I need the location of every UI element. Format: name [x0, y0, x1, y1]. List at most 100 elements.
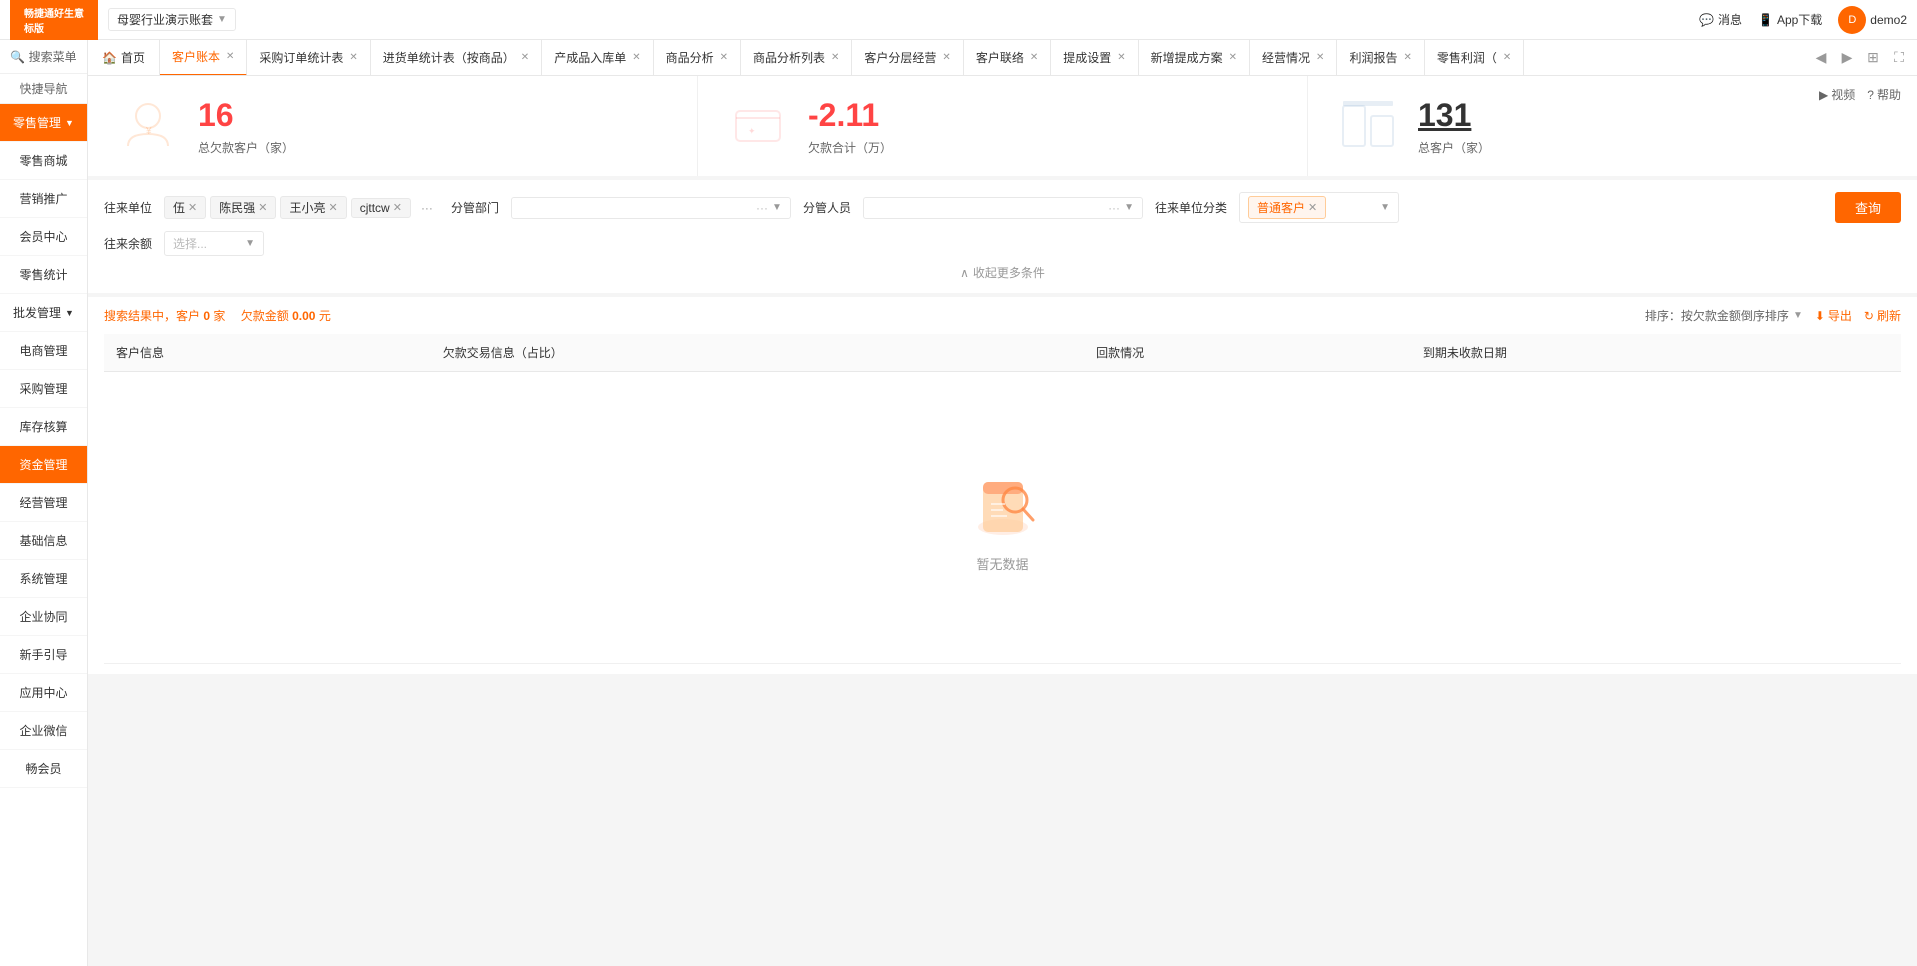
filter-row-2: 往来余额 选择... ▼ — [104, 231, 1901, 256]
tab-ops-situation[interactable]: 经营情况 ✕ — [1250, 40, 1337, 76]
export-button[interactable]: ⬇ 导出 — [1815, 307, 1852, 324]
sidebar-item-inventory[interactable]: 库存核算 — [0, 408, 87, 446]
data-table: 客户信息 欠款交易信息（占比） 回款情况 到期未收款日期 — [104, 334, 1901, 664]
sidebar-item-wholesale-mgmt[interactable]: 批发管理 ▼ — [0, 294, 87, 332]
sidebar-quick-nav[interactable]: 快捷导航 — [0, 74, 87, 104]
tab-incoming-stats[interactable]: 进货单统计表（按商品） ✕ — [371, 40, 542, 76]
tab-new-raise-plan[interactable]: 新增提成方案 ✕ — [1139, 40, 1250, 76]
tab-raise-settings[interactable]: 提成设置 ✕ — [1051, 40, 1138, 76]
person-filter-more[interactable]: ··· — [1108, 201, 1120, 215]
unit-tag-wu-label: 伍 — [173, 199, 185, 216]
collapse-button[interactable]: ∧ 收起更多条件 — [104, 264, 1901, 281]
tab-bar: 🏠 首页 客户账本 ✕ 采购订单统计表 ✕ 进货单统计表（按商品） ✕ 产成品入… — [88, 40, 1917, 76]
industry-select[interactable]: 母婴行业演示账套 ▼ — [108, 8, 236, 31]
tab-incoming-close[interactable]: ✕ — [521, 52, 529, 63]
sidebar-search-label: 搜索菜单 — [29, 50, 77, 64]
sidebar-item-finance[interactable]: 资金管理 — [0, 446, 87, 484]
main-content: 🏠 首页 客户账本 ✕ 采购订单统计表 ✕ 进货单统计表（按商品） ✕ 产成品入… — [88, 40, 1917, 966]
sidebar-item-enterprise-wechat[interactable]: 企业微信 — [0, 712, 87, 750]
tab-purchase-order-stats[interactable]: 采购订单统计表 ✕ — [247, 40, 370, 76]
dept-filter-more[interactable]: ··· — [756, 201, 768, 215]
unit-tag-cjttcw-remove[interactable]: ✕ — [393, 201, 402, 214]
sidebar-item-operations[interactable]: 经营管理 — [0, 484, 87, 522]
unit-tag-wang-remove[interactable]: ✕ — [329, 201, 338, 214]
tab-cost-inbound[interactable]: 产成品入库单 ✕ — [542, 40, 653, 76]
tab-next-button[interactable]: ▶ — [1837, 48, 1857, 68]
category-tag-remove[interactable]: ✕ — [1308, 201, 1317, 214]
tab-profit-report-close[interactable]: ✕ — [1403, 52, 1411, 63]
tab-customer-connect-label: 客户联络 — [976, 49, 1024, 66]
sidebar-item-marketing[interactable]: 营销推广 — [0, 180, 87, 218]
stats-bar: ¥ 16 总欠款客户（家） — [88, 76, 1917, 176]
sidebar-item-enterprise-collab[interactable]: 企业协同 — [0, 598, 87, 636]
sidebar-item-vip-member[interactable]: 畅会员 — [0, 750, 87, 788]
tab-customer-connect[interactable]: 客户联络 ✕ — [964, 40, 1051, 76]
tab-fullscreen-button[interactable]: ⛶ — [1889, 48, 1909, 68]
app-download-button[interactable]: 📱 App下载 — [1758, 11, 1822, 28]
stat3-bg-icon — [1338, 96, 1398, 156]
person-filter-label: 分管人员 — [803, 199, 851, 216]
sort-select[interactable]: 排序：按欠款金额倒序排序 ▼ — [1645, 307, 1803, 324]
sidebar-item-app-center[interactable]: 应用中心 — [0, 674, 87, 712]
sidebar-item-purchase[interactable]: 采购管理 — [0, 370, 87, 408]
sidebar-item-member-center[interactable]: 会员中心 — [0, 218, 87, 256]
message-label: 消息 — [1718, 11, 1742, 28]
unit-tag-wu-remove[interactable]: ✕ — [188, 201, 197, 214]
tab-retail-profit-close[interactable]: ✕ — [1503, 52, 1511, 63]
stat1-bg-icon: ¥ — [118, 96, 178, 156]
dept-filter-select[interactable]: ··· ▼ — [511, 197, 791, 219]
tab-raise-settings-close[interactable]: ✕ — [1117, 52, 1125, 63]
sidebar-item-basic-info[interactable]: 基础信息 — [0, 522, 87, 560]
unit-tag-wang-label: 王小亮 — [289, 199, 325, 216]
sidebar-item-new-guide[interactable]: 新手引导 — [0, 636, 87, 674]
tab-goods-close[interactable]: ✕ — [720, 52, 728, 63]
refresh-label: 刷新 — [1877, 307, 1901, 324]
query-button[interactable]: 查询 — [1835, 192, 1901, 223]
sidebar-retail-arrow-icon: ▼ — [65, 118, 74, 128]
sidebar-item-basic-info-label: 基础信息 — [19, 534, 67, 548]
tab-expand-button[interactable]: ⊞ — [1863, 48, 1883, 68]
tab-customer-book[interactable]: 客户账本 ✕ — [160, 40, 247, 76]
category-tag-label: 普通客户 — [1257, 199, 1305, 216]
tab-raise-settings-label: 提成设置 — [1063, 49, 1111, 66]
user-profile[interactable]: D demo2 — [1838, 6, 1907, 34]
tab-goods-analysis-list[interactable]: 商品分析列表 ✕ — [741, 40, 852, 76]
help-link[interactable]: ? 帮助 — [1867, 86, 1901, 103]
unit-tag-more[interactable]: ··· — [415, 199, 439, 217]
sidebar-item-retail-shop[interactable]: 零售商城 — [0, 142, 87, 180]
tab-goods-list-close[interactable]: ✕ — [831, 52, 839, 63]
tab-retail-profit[interactable]: 零售利润（ ✕ — [1425, 40, 1524, 76]
message-button[interactable]: 💬 消息 — [1699, 11, 1742, 28]
filter-area: 往来单位 伍 ✕ 陈民强 ✕ 王小亮 ✕ — [88, 180, 1917, 293]
unit-tag-chen: 陈民强 ✕ — [210, 196, 276, 219]
tab-new-raise-close[interactable]: ✕ — [1229, 52, 1237, 63]
tab-ops-close[interactable]: ✕ — [1316, 52, 1324, 63]
sidebar-search[interactable]: 🔍 搜索菜单 — [0, 40, 87, 74]
video-link[interactable]: ▶ 视频 — [1819, 86, 1855, 103]
person-filter-select[interactable]: ··· ▼ — [863, 197, 1143, 219]
tab-prev-button[interactable]: ◀ — [1811, 48, 1831, 68]
category-tag: 普通客户 ✕ — [1248, 196, 1326, 219]
tab-customer-connect-close[interactable]: ✕ — [1030, 52, 1038, 63]
sidebar-item-retail-stats[interactable]: 零售统计 — [0, 256, 87, 294]
balance-filter-select[interactable]: 选择... ▼ — [164, 231, 264, 256]
tab-purchase-order-close[interactable]: ✕ — [349, 52, 357, 63]
tab-profit-report[interactable]: 利润报告 ✕ — [1337, 40, 1424, 76]
stat3-value: 131 — [1418, 96, 1490, 134]
stat3-label: 总客户（家） — [1418, 139, 1490, 156]
category-filter-select[interactable]: 普通客户 ✕ ▼ — [1239, 192, 1399, 223]
tab-goods-analysis[interactable]: 商品分析 ✕ — [654, 40, 741, 76]
sidebar-item-ecommerce[interactable]: 电商管理 — [0, 332, 87, 370]
tab-customer-layer-close[interactable]: ✕ — [942, 52, 950, 63]
tab-customer-layer[interactable]: 客户分层经营 ✕ — [852, 40, 963, 76]
balance-chevron-icon: ▼ — [245, 238, 255, 249]
tab-home[interactable]: 🏠 首页 — [88, 40, 160, 76]
refresh-button[interactable]: ↻ 刷新 — [1864, 307, 1901, 324]
unit-tag-chen-remove[interactable]: ✕ — [258, 201, 267, 214]
stat1-value: 16 — [198, 96, 294, 134]
sidebar-item-retail-mgmt[interactable]: 零售管理 ▼ — [0, 104, 87, 142]
sidebar-item-sys-mgmt[interactable]: 系统管理 — [0, 560, 87, 598]
tab-customer-book-close[interactable]: ✕ — [226, 51, 234, 62]
results-info: 搜索结果中，客户 0 家 欠款金额 0.00 元 — [104, 307, 331, 324]
tab-cost-close[interactable]: ✕ — [632, 52, 640, 63]
